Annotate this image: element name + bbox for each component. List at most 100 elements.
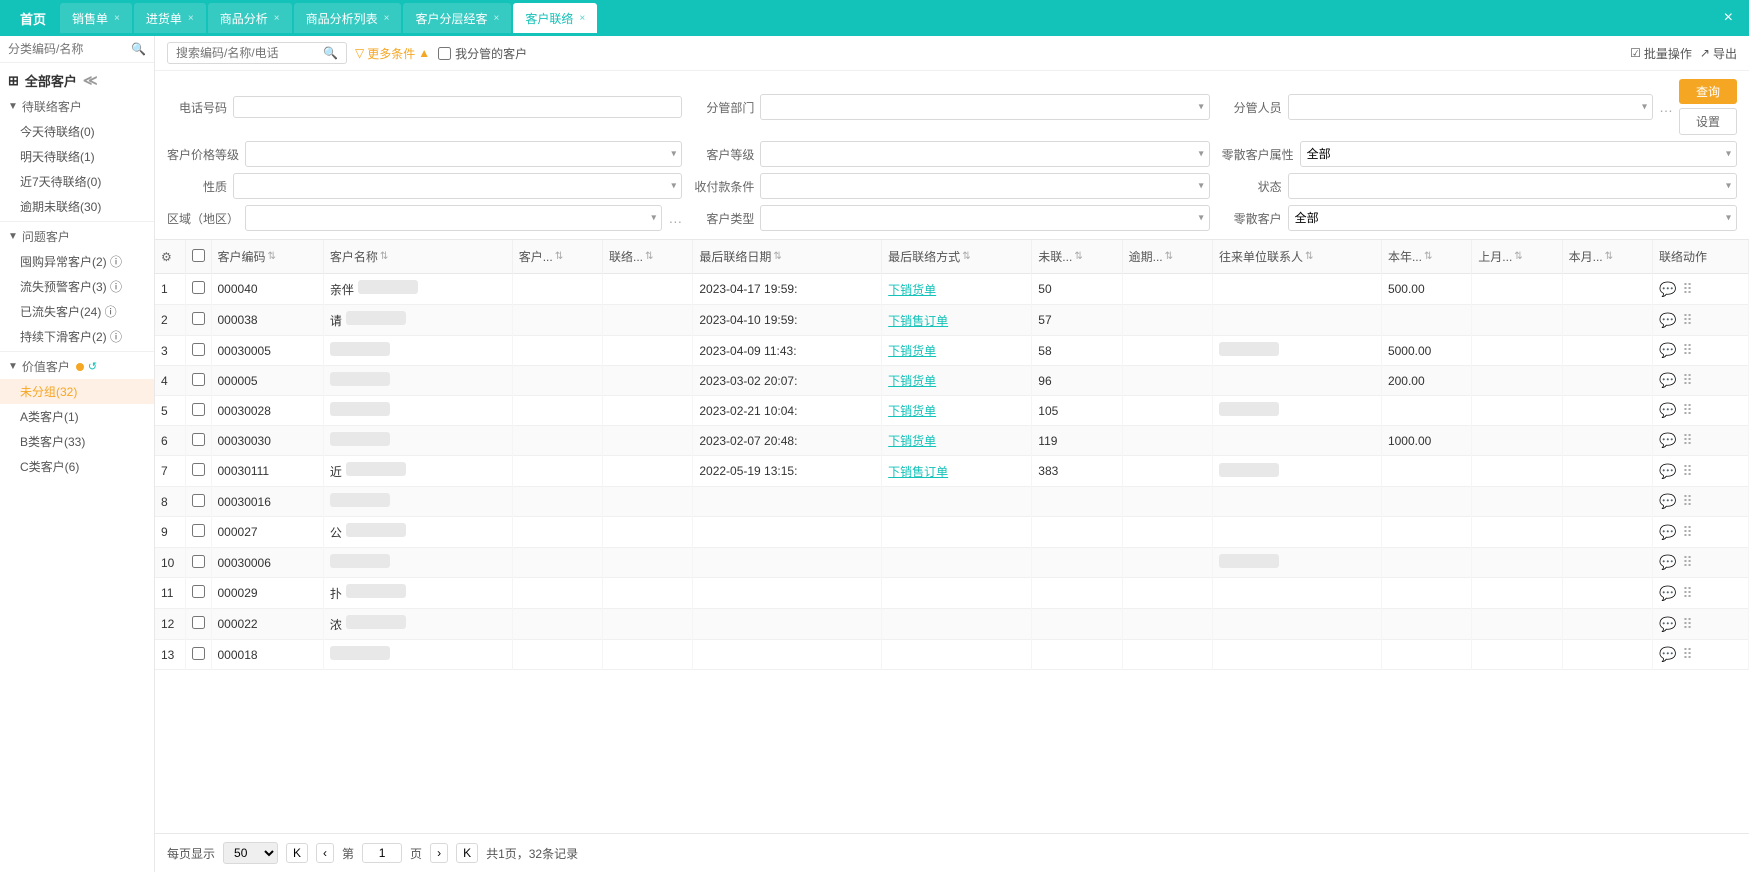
page-input[interactable] — [362, 843, 402, 863]
contact-action-icon[interactable]: 💬 — [1659, 646, 1676, 663]
more-action-icon[interactable]: ⠿ — [1682, 493, 1692, 510]
close-customer-tier-tab[interactable]: × — [493, 13, 499, 24]
filter-search-icon[interactable]: 🔍 — [323, 46, 338, 60]
row-checkbox[interactable] — [192, 373, 205, 386]
nav-tab-analysis[interactable]: 商品分析 × — [208, 3, 292, 33]
sidebar-item-unclassified[interactable]: 未分组(32) — [0, 379, 154, 404]
sort-this-year-icon[interactable]: ⇅ — [1424, 251, 1432, 262]
contact-action-icon[interactable]: 💬 — [1659, 524, 1676, 541]
collapse-icon[interactable]: ≪ — [83, 72, 98, 89]
nav-home[interactable]: 首页 — [8, 9, 58, 28]
col-name-header[interactable]: 客户名称⇅ — [323, 240, 512, 274]
more-action-icon[interactable]: ⠿ — [1682, 554, 1692, 571]
export-button[interactable]: ↗ 导出 — [1700, 45, 1737, 62]
sidebar-item-churn-risk[interactable]: 流失预警客户(3) ⓘ — [0, 274, 154, 299]
dept-select[interactable] — [760, 94, 1209, 120]
col-settings[interactable]: ⚙ — [155, 240, 185, 274]
prev-page-button[interactable]: ‹ — [316, 843, 334, 863]
col-type-header[interactable]: 客户...⇅ — [512, 240, 602, 274]
last-way-link[interactable]: 下销货单 — [888, 374, 936, 388]
sidebar-group-value[interactable]: ▼ 价值客户 ↺ — [0, 354, 154, 379]
sort-contact-icon[interactable]: ⇅ — [645, 251, 653, 262]
sidebar-item-abnormal[interactable]: 囤购异常客户(2) ⓘ — [0, 249, 154, 274]
contact-action-icon[interactable]: 💬 — [1659, 585, 1676, 602]
more-action-icon[interactable]: ⠿ — [1682, 281, 1692, 298]
row-checkbox[interactable] — [192, 555, 205, 568]
nav-tab-customer-contact[interactable]: 客户联络 × — [513, 3, 597, 33]
sidebar-item-a-class[interactable]: A类客户(1) — [0, 404, 154, 429]
more-action-icon[interactable]: ⠿ — [1682, 646, 1692, 663]
customer-type-select[interactable] — [760, 205, 1209, 231]
row-checkbox[interactable] — [192, 312, 205, 325]
contact-action-icon[interactable]: 💬 — [1659, 342, 1676, 359]
row-checkbox[interactable] — [192, 494, 205, 507]
region-select[interactable] — [245, 205, 662, 231]
more-action-icon[interactable]: ⠿ — [1682, 463, 1692, 480]
col-this-month-header[interactable]: 本月...⇅ — [1562, 240, 1652, 274]
sidebar-group-pending[interactable]: ▼ 待联络客户 — [0, 94, 154, 119]
sidebar-item-c-class[interactable]: C类客户(6) — [0, 454, 154, 479]
last-way-link[interactable]: 下销售订单 — [888, 314, 948, 328]
sort-code-icon[interactable]: ⇅ — [268, 251, 276, 262]
last-way-link[interactable]: 下销货单 — [888, 434, 936, 448]
more-action-icon[interactable]: ⠿ — [1682, 372, 1692, 389]
last-way-link[interactable]: 下销货单 — [888, 344, 936, 358]
sidebar-all-customers[interactable]: ⊞ 全部客户 ≪ — [0, 63, 154, 94]
scattered-attr-select[interactable]: 全部 — [1300, 141, 1737, 167]
per-page-select[interactable]: 50 100 — [223, 842, 278, 864]
row-checkbox[interactable] — [192, 463, 205, 476]
row-checkbox[interactable] — [192, 403, 205, 416]
sidebar-item-tomorrow[interactable]: 明天待联络(1) — [0, 144, 154, 169]
row-checkbox[interactable] — [192, 343, 205, 356]
contact-action-icon[interactable]: 💬 — [1659, 312, 1676, 329]
nature-select[interactable] — [233, 173, 682, 199]
sidebar-item-week[interactable]: 近7天待联络(0) — [0, 169, 154, 194]
more-action-icon[interactable]: ⠿ — [1682, 402, 1692, 419]
close-analysis-list-tab[interactable]: × — [384, 13, 390, 24]
nav-tab-purchase[interactable]: 进货单 × — [134, 3, 206, 33]
my-customers-checkbox-label[interactable]: 我分管的客户 — [438, 45, 527, 62]
sidebar-group-problem[interactable]: ▼ 问题客户 — [0, 224, 154, 249]
manager-select[interactable] — [1288, 94, 1653, 120]
more-action-icon[interactable]: ⠿ — [1682, 342, 1692, 359]
sort-last-date-icon[interactable]: ⇅ — [773, 251, 781, 262]
col-last-date-header[interactable]: 最后联络日期⇅ — [693, 240, 882, 274]
contact-action-icon[interactable]: 💬 — [1659, 402, 1676, 419]
query-button[interactable]: 查询 — [1679, 79, 1737, 104]
sort-type-icon[interactable]: ⇅ — [555, 251, 563, 262]
row-checkbox[interactable] — [192, 524, 205, 537]
contact-action-icon[interactable]: 💬 — [1659, 616, 1676, 633]
sort-overdue-icon[interactable]: ⇅ — [1165, 251, 1173, 262]
col-last-way-header[interactable]: 最后联络方式⇅ — [882, 240, 1032, 274]
row-checkbox[interactable] — [192, 281, 205, 294]
phone-input[interactable] — [233, 96, 682, 118]
sidebar-item-declining[interactable]: 持续下滑客户(2) ⓘ — [0, 324, 154, 349]
close-analysis-tab[interactable]: × — [274, 13, 280, 24]
sidebar-item-lost[interactable]: 已流失客户(24) ⓘ — [0, 299, 154, 324]
select-all-checkbox[interactable] — [192, 249, 205, 262]
sort-unit-icon[interactable]: ⇅ — [1305, 251, 1313, 262]
customer-level-select[interactable] — [760, 141, 1209, 167]
col-last-month-header[interactable]: 上月...⇅ — [1472, 240, 1562, 274]
gear-icon[interactable]: ⚙ — [161, 250, 172, 264]
row-checkbox[interactable] — [192, 585, 205, 598]
nav-tab-customer-tier[interactable]: 客户分层经客 × — [403, 3, 511, 33]
col-contact-header[interactable]: 联络...⇅ — [603, 240, 693, 274]
contact-action-icon[interactable]: 💬 — [1659, 554, 1676, 571]
more-action-icon[interactable]: ⠿ — [1682, 312, 1692, 329]
sort-last-way-icon[interactable]: ⇅ — [962, 251, 970, 262]
close-customer-contact-tab[interactable]: × — [579, 13, 585, 24]
sort-this-month-icon[interactable]: ⇅ — [1605, 251, 1613, 262]
nav-tab-sales[interactable]: 销售单 × — [60, 3, 132, 33]
window-close-button[interactable]: × — [1716, 9, 1741, 27]
last-page-button[interactable]: K — [456, 843, 478, 863]
sort-no-contact-icon[interactable]: ⇅ — [1074, 251, 1082, 262]
row-checkbox[interactable] — [192, 647, 205, 660]
nav-tab-analysis-list[interactable]: 商品分析列表 × — [294, 3, 402, 33]
refresh-icon[interactable]: ↺ — [88, 360, 97, 373]
sidebar-search-input[interactable] — [8, 42, 127, 56]
manager-more-icon[interactable]: … — [1659, 99, 1673, 115]
sidebar-item-b-class[interactable]: B类客户(33) — [0, 429, 154, 454]
row-checkbox[interactable] — [192, 616, 205, 629]
price-level-select[interactable] — [245, 141, 682, 167]
